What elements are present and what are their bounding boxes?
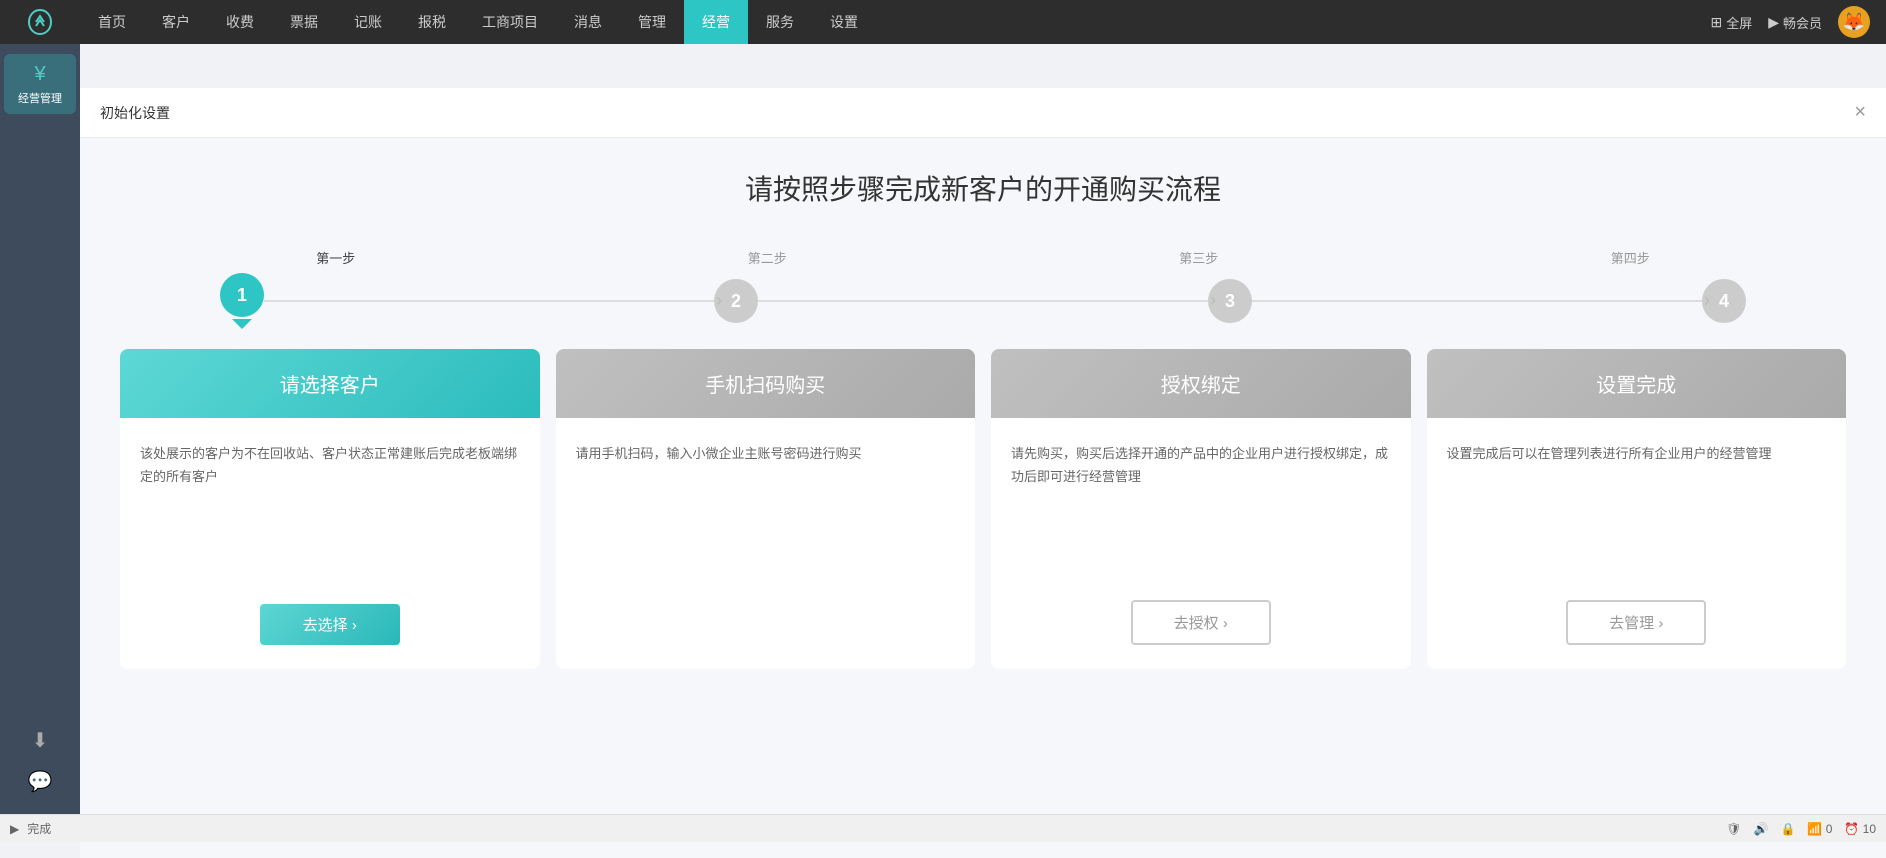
go-select-button[interactable]: 去选择 › bbox=[260, 604, 400, 645]
card-2-body: 请用手机扫码，输入小微企业主账号密码进行购买 bbox=[556, 418, 976, 629]
nav-message[interactable]: 消息 bbox=[556, 0, 620, 44]
yen-icon: ¥ bbox=[34, 63, 45, 86]
nav-right: ⊞ 全屏 ▶ 畅会员 🦊 bbox=[1710, 6, 1886, 38]
step-label-3: 第三步 bbox=[983, 248, 1415, 267]
main-content: 初始化设置 × 请按照步骤完成新客户的开通购买流程 第一步 第二步 第三步 第四… bbox=[80, 88, 1886, 858]
circles-row: 1 › 2 › 3 bbox=[120, 273, 1846, 329]
status-text: 完成 bbox=[27, 820, 51, 837]
step-labels-row: 第一步 第二步 第三步 第四步 bbox=[120, 248, 1846, 267]
main-title: 请按照步骤完成新客户的开通购买流程 bbox=[120, 168, 1846, 208]
nav-settings[interactable]: 设置 bbox=[812, 0, 876, 44]
steps-section: 第一步 第二步 第三步 第四步 1 › 2 bbox=[120, 248, 1846, 329]
step-1: 1 bbox=[220, 273, 264, 329]
card-4-footer: 去管理 › bbox=[1427, 584, 1847, 669]
page-header: 初始化设置 × bbox=[80, 88, 1886, 138]
network-status: 📶 0 bbox=[1807, 822, 1832, 836]
play-icon: ▶ bbox=[10, 822, 19, 836]
volume-icon: 🔊 bbox=[1754, 822, 1769, 836]
step-label-1: 第一步 bbox=[120, 248, 552, 267]
card-3-footer: 去授权 › bbox=[991, 584, 1411, 669]
go-manage-button[interactable]: 去管理 › bbox=[1566, 600, 1706, 645]
nav-service[interactable]: 服务 bbox=[748, 0, 812, 44]
top-nav: 首页 客户 收费 票据 记账 报税 工商项目 消息 管理 经营 服务 设置 ⊞ … bbox=[0, 0, 1886, 44]
nav-home[interactable]: 首页 bbox=[80, 0, 144, 44]
logo-icon bbox=[24, 6, 56, 38]
shield-icon: 🛡 bbox=[1726, 822, 1741, 836]
nav-ticket[interactable]: 票据 bbox=[272, 0, 336, 44]
nav-customer[interactable]: 客户 bbox=[144, 0, 208, 44]
sidebar: ¥ 经营管理 ⬇ 💬 bbox=[0, 44, 80, 814]
card-4-header: 设置完成 bbox=[1427, 349, 1847, 418]
close-button[interactable]: × bbox=[1854, 101, 1866, 124]
sidebar-bottom: ⬇ 💬 bbox=[28, 728, 53, 794]
status-bar: ▶ 完成 🛡 🔊 🔒 📶 0 ⏰ 10 bbox=[0, 814, 1886, 842]
nav-bookkeeping[interactable]: 记账 bbox=[336, 0, 400, 44]
step-circle-1: 1 bbox=[220, 273, 264, 317]
step-1-pointer bbox=[232, 319, 252, 329]
nav-operation[interactable]: 经营 bbox=[684, 0, 748, 44]
status-left: ▶ 完成 bbox=[10, 820, 51, 837]
connector-3: › bbox=[1252, 300, 1702, 302]
card-4-body: 设置完成后可以在管理列表进行所有企业用户的经营管理 bbox=[1427, 418, 1847, 584]
connector-1: › bbox=[264, 300, 714, 302]
card-2-footer bbox=[556, 629, 976, 669]
member-btn[interactable]: ▶ 畅会员 bbox=[1768, 13, 1822, 32]
connector-2: › bbox=[758, 300, 1208, 302]
page-title: 初始化设置 bbox=[100, 103, 170, 123]
time-status: ⏰ 10 bbox=[1844, 822, 1876, 836]
card-4: 设置完成 设置完成后可以在管理列表进行所有企业用户的经营管理 去管理 › bbox=[1427, 349, 1847, 669]
logo-area bbox=[0, 0, 80, 44]
card-1-body: 该处展示的客户为不在回收站、客户状态正常建账后完成老板端绑定的所有客户 bbox=[120, 418, 540, 588]
cards-row: 请选择客户 该处展示的客户为不在回收站、客户状态正常建账后完成老板端绑定的所有客… bbox=[120, 349, 1846, 669]
sidebar-item-operation[interactable]: ¥ 经营管理 bbox=[4, 54, 76, 114]
card-2: 手机扫码购买 请用手机扫码，输入小微企业主账号密码进行购买 bbox=[556, 349, 976, 669]
step-label-2: 第二步 bbox=[552, 248, 984, 267]
status-right: 🛡 🔊 🔒 📶 0 ⏰ 10 bbox=[1726, 822, 1876, 836]
card-1: 请选择客户 该处展示的客户为不在回收站、客户状态正常建账后完成老板端绑定的所有客… bbox=[120, 349, 540, 669]
card-1-footer: 去选择 › bbox=[120, 588, 540, 669]
avatar[interactable]: 🦊 bbox=[1838, 6, 1870, 38]
nav-tax[interactable]: 报税 bbox=[400, 0, 464, 44]
card-1-header: 请选择客户 bbox=[120, 349, 540, 418]
nav-manage[interactable]: 管理 bbox=[620, 0, 684, 44]
card-3-header: 授权绑定 bbox=[991, 349, 1411, 418]
fullscreen-btn[interactable]: ⊞ 全屏 bbox=[1710, 13, 1752, 32]
download-icon[interactable]: ⬇ bbox=[32, 728, 49, 753]
go-authorize-button[interactable]: 去授权 › bbox=[1131, 600, 1271, 645]
card-2-header: 手机扫码购买 bbox=[556, 349, 976, 418]
support-icon[interactable]: 💬 bbox=[28, 769, 53, 794]
card-3: 授权绑定 请先购买，购买后选择开通的产品中的企业用户进行授权绑定，成功后即可进行… bbox=[991, 349, 1411, 669]
nav-items: 首页 客户 收费 票据 记账 报税 工商项目 消息 管理 经营 服务 设置 bbox=[80, 0, 1710, 44]
card-3-body: 请先购买，购买后选择开通的产品中的企业用户进行授权绑定，成功后即可进行经营管理 bbox=[991, 418, 1411, 584]
nav-business[interactable]: 工商项目 bbox=[464, 0, 556, 44]
nav-fee[interactable]: 收费 bbox=[208, 0, 272, 44]
step-label-4: 第四步 bbox=[1415, 248, 1847, 267]
lock-icon: 🔒 bbox=[1780, 822, 1795, 836]
inner-content: 请按照步骤完成新客户的开通购买流程 第一步 第二步 第三步 第四步 1 › bbox=[80, 138, 1886, 858]
